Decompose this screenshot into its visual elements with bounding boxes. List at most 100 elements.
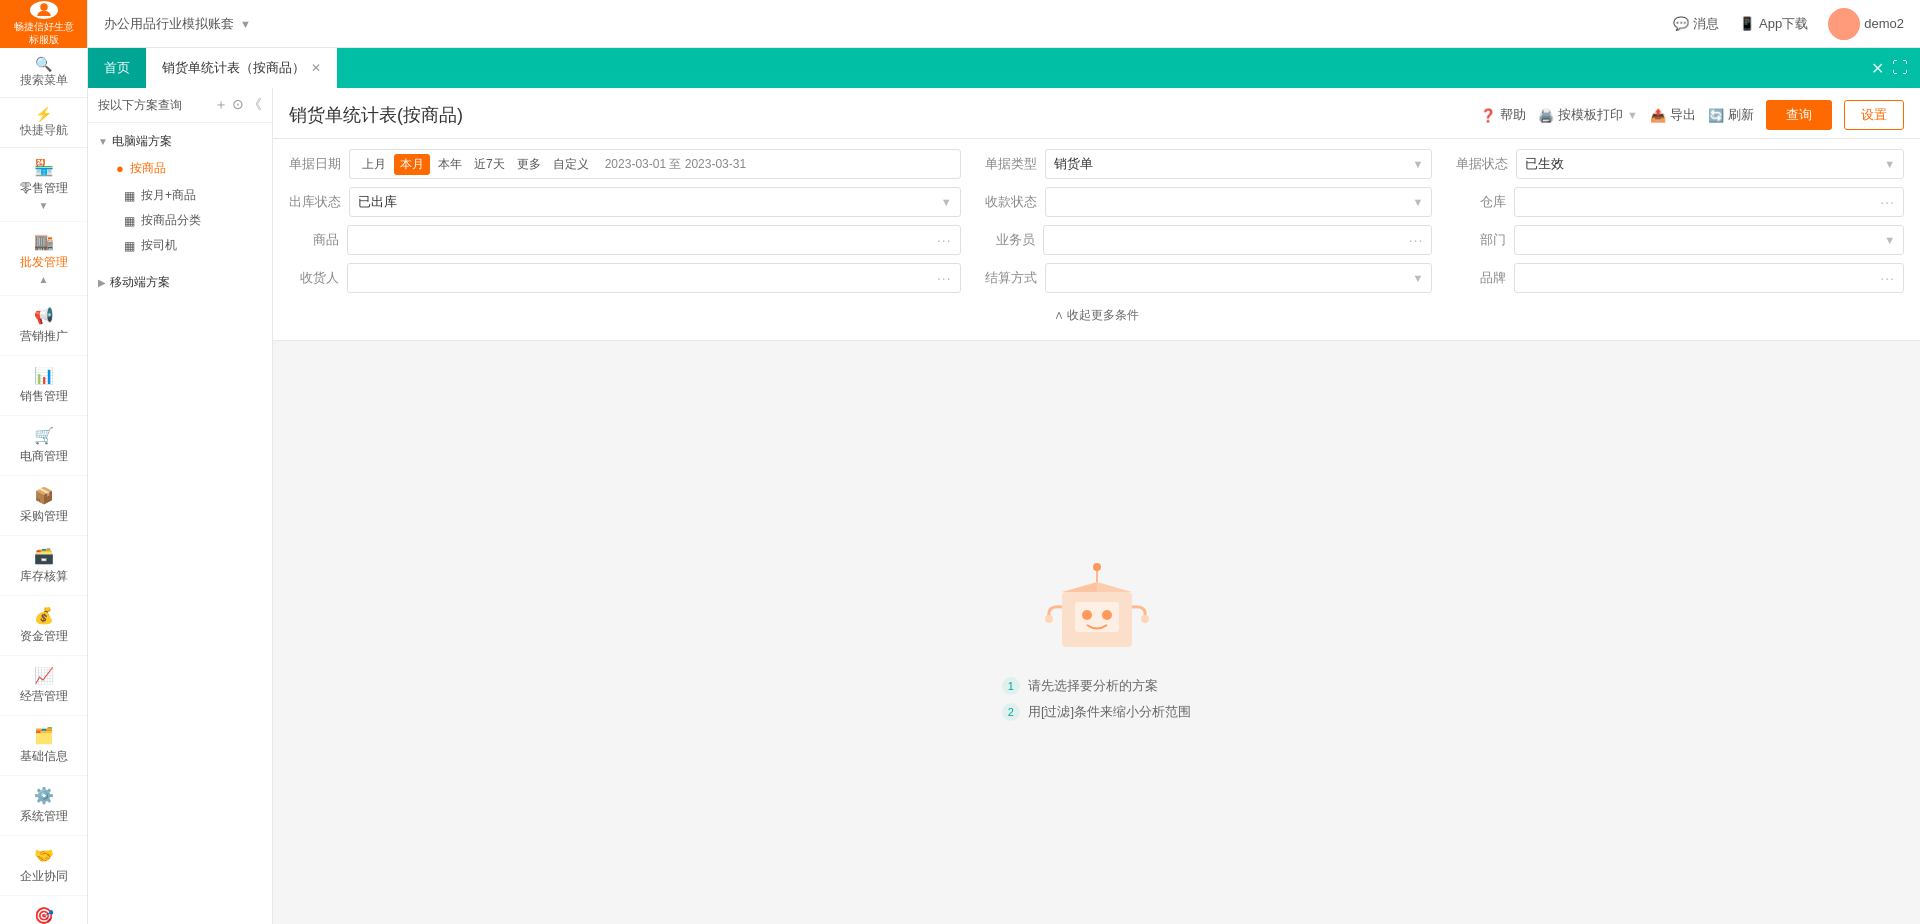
- out-status-value[interactable]: 已出库 ▼: [349, 187, 961, 217]
- sidebar-item-enterprise[interactable]: 🤝 企业协同: [0, 836, 87, 896]
- pay-status-label: 收款状态: [985, 193, 1037, 211]
- tab-home[interactable]: 首页: [88, 48, 146, 88]
- sidebar-item-newbie[interactable]: 🎯 新手引导: [0, 896, 87, 924]
- content-right: 销货单统计表(按商品) ❓ 帮助 🖨️ 按模板打印 ▼ 📤 导出: [273, 88, 1920, 924]
- doc-type-value[interactable]: 销货单 ▼: [1045, 149, 1433, 179]
- doc-status-value[interactable]: 已生效 ▼: [1516, 149, 1904, 179]
- logo-icon: [30, 1, 58, 19]
- scheme-group-mobile-header[interactable]: ▶ 移动端方案: [88, 270, 272, 295]
- salesperson-value[interactable]: ···: [1043, 225, 1433, 255]
- tab-close-all-icon[interactable]: ✕: [1871, 59, 1884, 78]
- message-action[interactable]: 💬 消息: [1673, 15, 1719, 33]
- print-label: 按模板打印: [1558, 106, 1623, 124]
- filter-panel: 按以下方案查询 ＋ ⊙ 《 ▼ 电脑端方案 ● 按商品 ▦ 按月+: [88, 88, 273, 924]
- user-profile[interactable]: demo2: [1828, 8, 1904, 40]
- refresh-action[interactable]: 🔄 刷新: [1708, 106, 1754, 124]
- sidebar: 畅捷信好生意 标服版 🔍 搜索菜单 ⚡ 快捷导航 🏪 零售管理 ▼ 🏬 批发管理…: [0, 0, 88, 924]
- tab-fullscreen-icon[interactable]: ⛶: [1892, 59, 1908, 77]
- mobile-toggle-icon: ▶: [98, 277, 106, 288]
- sidebar-item-ecommerce[interactable]: 🛒 电商管理: [0, 416, 87, 476]
- filter-doc-status: 单据状态 已生效 ▼: [1456, 149, 1904, 179]
- out-status-chevron-icon: ▼: [941, 196, 952, 208]
- sidebar-item-stock[interactable]: 🗃️ 库存核算: [0, 536, 87, 596]
- warehouse-value[interactable]: ···: [1514, 187, 1904, 217]
- dept-value[interactable]: ▼: [1514, 225, 1904, 255]
- edit-scheme-icon[interactable]: ⊙: [232, 96, 244, 114]
- set-button[interactable]: 设置: [1844, 100, 1904, 130]
- pc-group-label: 电脑端方案: [112, 133, 172, 150]
- salesperson-dots-icon: ···: [1409, 232, 1424, 248]
- doc-status-text: 已生效: [1525, 155, 1564, 173]
- query-button[interactable]: 查询: [1766, 100, 1832, 130]
- date-btn-custom[interactable]: 自定义: [549, 154, 593, 175]
- print-chevron-icon: ▼: [1627, 109, 1638, 121]
- collapse-panel-icon[interactable]: 《: [248, 96, 262, 114]
- date-btn-7days[interactable]: 近7天: [470, 154, 509, 175]
- receiver-value[interactable]: ···: [347, 263, 961, 293]
- appdownload-action[interactable]: 📱 App下载: [1739, 15, 1808, 33]
- avatar: [1828, 8, 1860, 40]
- help-action[interactable]: ❓ 帮助: [1480, 106, 1526, 124]
- operations-icon: 📈: [34, 666, 54, 685]
- sidebar-item-system[interactable]: ⚙️ 系统管理: [0, 776, 87, 836]
- app-logo: 畅捷信好生意 标服版: [0, 0, 87, 48]
- tab-bar: 首页 销货单统计表（按商品） ✕ ✕ ⛶: [88, 48, 1920, 88]
- filter-date: 单据日期 上月 本月 本年 近7天 更多 自定义: [289, 149, 961, 179]
- scheme-item-by-cat[interactable]: ▦ 按商品分类: [88, 208, 272, 233]
- header-right: 💬 消息 📱 App下载 demo2: [1673, 8, 1904, 40]
- payment-value[interactable]: ▼: [1045, 263, 1433, 293]
- by-cat-label: 按商品分类: [141, 212, 201, 229]
- enterprise-icon: 🤝: [34, 846, 54, 865]
- payment-chevron-icon: ▼: [1412, 272, 1423, 284]
- sidebar-item-retail[interactable]: 🏪 零售管理 ▼: [0, 148, 87, 222]
- pay-status-value[interactable]: ▼: [1045, 187, 1433, 217]
- date-value[interactable]: 上月 本月 本年 近7天 更多 自定义 2023-03-01 至 2023-03…: [349, 149, 961, 179]
- scheme-item-by-product[interactable]: ● 按商品: [88, 154, 272, 183]
- ecommerce-icon: 🛒: [34, 426, 54, 445]
- industry-selector[interactable]: 办公用品行业模拟账套 ▼: [104, 15, 251, 33]
- export-icon: 📤: [1650, 108, 1666, 123]
- product-value[interactable]: ···: [347, 225, 961, 255]
- product-dots-icon: ···: [937, 232, 952, 248]
- print-action[interactable]: 🖨️ 按模板打印 ▼: [1538, 106, 1638, 124]
- date-btn-this-month[interactable]: 本月: [394, 154, 430, 175]
- filter-panel-title: 按以下方案查询: [98, 97, 182, 114]
- sidebar-item-marketing[interactable]: 📢 营销推广: [0, 296, 87, 356]
- warehouse-dots-icon: ···: [1880, 194, 1895, 210]
- scheme-item-by-clerk[interactable]: ▦ 按司机: [88, 233, 272, 258]
- sidebar-item-operations[interactable]: 📈 经营管理: [0, 656, 87, 716]
- doc-status-label: 单据状态: [1456, 155, 1508, 173]
- receiver-label: 收货人: [289, 269, 339, 287]
- sidebar-item-finance[interactable]: 💰 资金管理: [0, 596, 87, 656]
- tab-close-icon[interactable]: ✕: [311, 62, 321, 74]
- by-product-label: 按商品: [130, 160, 166, 177]
- receiver-dots-icon: ···: [937, 270, 952, 286]
- sidebar-item-wholesale[interactable]: 🏬 批发管理 ▲: [0, 222, 87, 296]
- date-btn-last-month[interactable]: 上月: [358, 154, 390, 175]
- date-btn-more[interactable]: 更多: [513, 154, 545, 175]
- date-btn-this-year[interactable]: 本年: [434, 154, 466, 175]
- brand-value[interactable]: ···: [1514, 263, 1904, 293]
- sidebar-item-purchase[interactable]: 📦 采购管理: [0, 476, 87, 536]
- tip-text-1: 请先选择要分析的方案: [1028, 677, 1158, 695]
- add-scheme-icon[interactable]: ＋: [214, 96, 228, 114]
- sidebar-item-basic[interactable]: 🗂️ 基础信息: [0, 716, 87, 776]
- scheme-group-pc-header[interactable]: ▼ 电脑端方案: [88, 129, 272, 154]
- svg-point-0: [40, 3, 48, 11]
- sidebar-search[interactable]: 🔍 搜索菜单: [0, 48, 87, 98]
- scheme-item-by-month-product[interactable]: ▦ 按月+商品: [88, 183, 272, 208]
- export-action[interactable]: 📤 导出: [1650, 106, 1696, 124]
- out-status-label: 出库状态: [289, 193, 341, 211]
- svg-point-1: [1836, 12, 1852, 28]
- collapse-filter-btn[interactable]: ∧ 收起更多条件: [289, 301, 1904, 330]
- tab-sales-stat[interactable]: 销货单统计表（按商品） ✕: [146, 48, 337, 88]
- filter-area: 单据日期 上月 本月 本年 近7天 更多 自定义: [273, 139, 1920, 341]
- by-month-label: 按月+商品: [141, 187, 196, 204]
- payment-label: 结算方式: [985, 269, 1037, 287]
- by-product-icon: ●: [116, 161, 124, 176]
- tip-text-2: 用[过滤]条件来缩小分析范围: [1028, 703, 1191, 721]
- filter-row-3: 商品 ··· 业务员 ···: [289, 225, 1904, 255]
- by-clerk-icon: ▦: [124, 239, 135, 253]
- sidebar-quick-nav[interactable]: ⚡ 快捷导航: [0, 98, 87, 148]
- sidebar-item-sales[interactable]: 📊 销售管理: [0, 356, 87, 416]
